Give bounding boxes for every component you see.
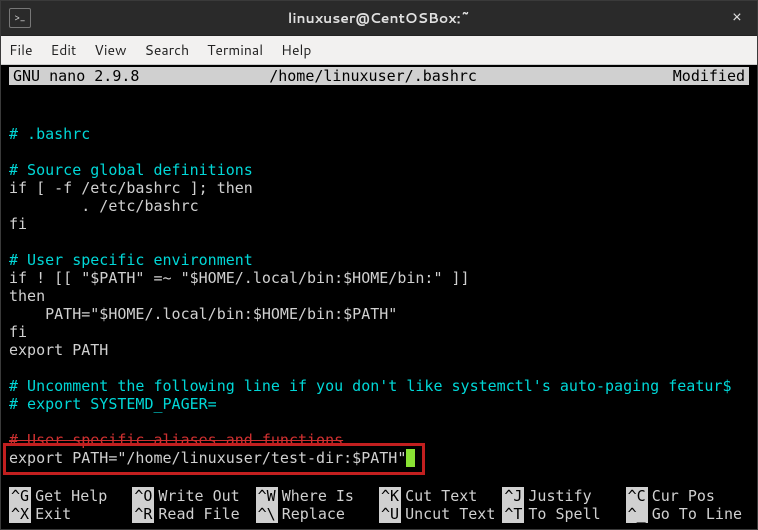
menu-search[interactable]: Search [145,40,190,60]
shortcut-read-file: ^RRead File [132,505,255,523]
nano-file-path: /home/linuxuser/.bashrc [269,67,598,85]
terminal-area[interactable]: GNU nano 2.9.8 /home/linuxuser/.bashrc M… [1,65,757,529]
menu-file[interactable]: File [9,40,33,60]
nano-status: Modified [599,67,749,85]
line-comment: # Uncomment the following line if you do… [9,377,722,395]
line-comment: # export SYSTEMD_PAGER= [9,395,217,413]
menu-view[interactable]: View [94,40,126,60]
menu-help[interactable]: Help [281,40,311,60]
shortcut-exit: ^XExit [9,505,132,523]
window-title: linuxuser@CentOSBox:~ [1,8,757,28]
editor-content[interactable]: # .bashrc # Source global definitions if… [9,89,749,487]
line: export PATH="/home/linuxuser/test-dir:$P… [9,449,406,467]
line: if [ -f /etc/bashrc ]; then [9,179,253,197]
line-struck: # User specific aliases and functions [9,431,343,449]
shortcut-replace: ^\Replace [256,505,379,523]
shortcut-justify: ^JJustify [502,487,625,505]
shortcut-uncut-text: ^UUncut Text [379,505,502,523]
shortcut-to-spell: ^TTo Spell [502,505,625,523]
nano-shortcuts: ^GGet Help ^OWrite Out ^WWhere Is ^KCut … [9,487,749,523]
line-comment: # .bashrc [9,125,90,143]
highlighted-line: export PATH="/home/linuxuser/test-dir:$P… [9,449,415,467]
line: if ! [[ "$PATH" =~ "$HOME/.local/bin:$HO… [9,269,470,287]
menu-edit[interactable]: Edit [51,40,77,60]
line: fi [9,215,27,233]
line: PATH="$HOME/.local/bin:$HOME/bin:$PATH" [9,305,397,323]
window-titlebar: >_ linuxuser@CentOSBox:~ × [1,1,757,36]
shortcut-cut-text: ^KCut Text [379,487,502,505]
menu-terminal[interactable]: Terminal [207,40,263,60]
line: . /etc/bashrc [9,197,199,215]
line: export PATH [9,341,108,359]
terminal-window: >_ linuxuser@CentOSBox:~ × File Edit Vie… [0,0,758,530]
shortcut-write-out: ^OWrite Out [132,487,255,505]
shortcut-cur-pos: ^CCur Pos [626,487,749,505]
shortcut-where-is: ^WWhere Is [256,487,379,505]
nano-app-name: GNU nano 2.9.8 [9,67,269,85]
nano-header: GNU nano 2.9.8 /home/linuxuser/.bashrc M… [9,67,749,85]
line-comment: # Source global definitions [9,161,253,179]
line: fi [9,323,27,341]
line-comment: # User specific environment [9,251,253,269]
menubar: File Edit View Search Terminal Help [1,36,757,65]
shortcut-get-help: ^GGet Help [9,487,132,505]
shortcut-go-to-line: ^_Go To Line [626,505,749,523]
cursor [406,449,415,467]
line-continuation-marker: $ [722,377,731,395]
terminal-icon: >_ [9,8,31,28]
window-close-button[interactable]: × [727,7,747,27]
line: then [9,287,45,305]
